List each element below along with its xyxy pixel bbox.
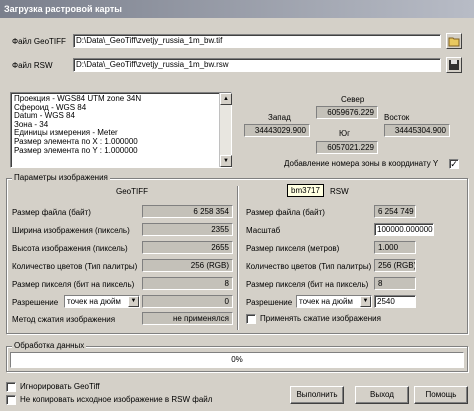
compression-label: Метод сжатия изображения <box>12 315 116 324</box>
right-row-value: 256 (RGB) <box>374 259 416 272</box>
right-resolution-label: Разрешение <box>246 298 293 307</box>
rsw-header: RSW <box>330 187 349 196</box>
right-row-value: 8 <box>374 277 416 290</box>
projection-info-list[interactable]: Проекция - WGS84 UTM zone 34N Сфероид - … <box>10 92 232 168</box>
right-row-value: 1.000 <box>374 241 416 254</box>
left-resolution-select[interactable]: точек на дюйм ▼ <box>64 295 140 308</box>
left-row-label: Высота изображения (пиксель) <box>12 244 128 253</box>
left-row-label: Количество цветов (Тип палитры) <box>12 262 138 271</box>
south-label: Юг <box>339 129 350 138</box>
compression-value: не применялся <box>142 312 233 325</box>
east-value: 34445304.900 <box>384 124 450 137</box>
progress-bar: 0% <box>10 352 464 368</box>
west-value: 34443029.900 <box>244 124 310 137</box>
open-folder-button[interactable] <box>446 33 462 49</box>
west-label: Запад <box>268 113 291 122</box>
image-params-legend: Параметры изображения <box>12 173 110 183</box>
run-button[interactable]: Выполнить <box>290 386 344 404</box>
left-resolution-unit: точек на дюйм <box>67 297 121 306</box>
left-row-label: Ширина изображения (пиксель) <box>12 226 130 235</box>
right-resolution-unit: точек на дюйм <box>299 297 353 306</box>
left-resolution-value: 0 <box>142 295 233 308</box>
save-file-button[interactable] <box>446 57 462 73</box>
geotiff-header: GeoTIFF <box>116 187 149 196</box>
rsw-path-field[interactable]: D:\Data\_GeoTiff\zvetjy_russia_1m_bw.rsw <box>73 58 441 72</box>
ignore-geotiff-label: Игнорировать GeoTiff <box>20 382 100 391</box>
list-item: Размер элемента по Y : 1.000000 <box>14 145 138 155</box>
south-value: 6057021.229 <box>316 141 378 154</box>
info-scrollbar[interactable]: ▲ ▼ <box>219 93 232 167</box>
progress-text: 0% <box>231 355 243 364</box>
add-zone-checkbox[interactable]: ✓ <box>449 159 459 169</box>
right-resolution-select[interactable]: точек на дюйм ▼ <box>296 295 372 308</box>
processing-legend: Обработка данных <box>12 341 87 351</box>
left-row-value: 256 (RGB) <box>142 259 233 272</box>
left-row-value: 2655 <box>142 241 233 254</box>
right-row-label: Размер пикселя (метров) <box>246 244 340 253</box>
left-row-value: 8 <box>142 277 233 290</box>
ignore-geotiff-checkbox[interactable] <box>6 382 16 392</box>
scale-input[interactable]: 100000.000000 <box>374 223 434 236</box>
chevron-down-icon: ▼ <box>360 296 371 307</box>
right-resolution-input[interactable]: 2540 <box>374 295 416 308</box>
tooltip: bm3717 <box>287 184 324 197</box>
scroll-up-icon[interactable]: ▲ <box>220 93 232 105</box>
right-row-label: Размер пикселя (бит на пиксель) <box>246 280 369 289</box>
apply-compression-checkbox[interactable] <box>246 314 256 324</box>
right-row-label: Количество цветов (Тип палитры) <box>246 262 372 271</box>
right-row-label: Размер файла (байт) <box>246 208 325 217</box>
help-button[interactable]: Помощь <box>414 386 468 404</box>
column-divider <box>237 186 238 330</box>
window-title: Загрузка растровой карты <box>0 0 474 18</box>
north-value: 6059676.229 <box>316 106 378 119</box>
left-row-label: Размер файла (байт) <box>12 208 91 217</box>
no-copy-label: Не копировать исходное изображение в RSW… <box>20 395 213 404</box>
left-row-value: 6 258 354 <box>142 205 233 218</box>
add-zone-label: Добавление номера зоны в координату Y <box>284 159 439 168</box>
rsw-file-label: Файл RSW <box>12 61 53 70</box>
exit-button[interactable]: Выход <box>355 386 409 404</box>
left-row-value: 2355 <box>142 223 233 236</box>
scroll-down-icon[interactable]: ▼ <box>220 155 232 167</box>
floppy-disk-icon <box>449 60 459 70</box>
north-label: Север <box>341 95 365 104</box>
geotiff-file-label: Файл GeoTIFF <box>12 37 66 46</box>
geotiff-path-field[interactable]: D:\Data\_GeoTiff\zvetjy_russia_1m_bw.tif <box>73 34 441 48</box>
right-row-value: 6 254 749 <box>374 205 416 218</box>
no-copy-checkbox[interactable] <box>6 395 16 405</box>
left-resolution-label: Разрешение <box>12 298 59 307</box>
left-row-label: Размер пикселя (бит на пиксель) <box>12 280 135 289</box>
right-row-label: Масштаб <box>246 226 281 235</box>
chevron-down-icon: ▼ <box>128 296 139 307</box>
apply-compression-label: Применять сжатие изображения <box>260 314 381 323</box>
east-label: Восток <box>384 113 410 122</box>
folder-icon <box>448 37 460 47</box>
